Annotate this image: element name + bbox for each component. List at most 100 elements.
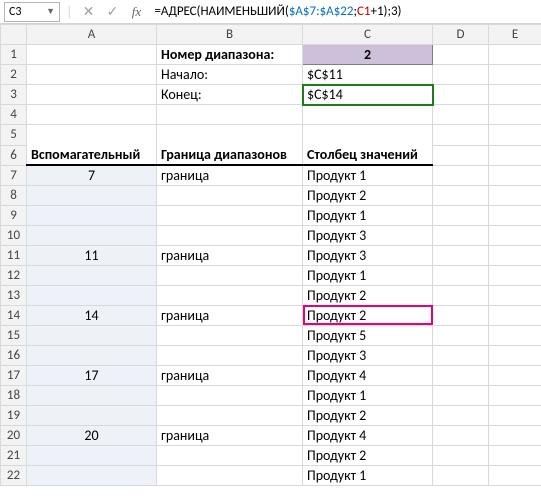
cell[interactable] [489,365,541,385]
cell-B20[interactable]: граница [157,425,303,445]
cell[interactable] [433,325,489,345]
cell[interactable] [433,425,489,445]
cell[interactable] [489,145,541,165]
row-header[interactable]: 3 [1,85,27,105]
cell-B5[interactable] [157,125,303,146]
cell-C21[interactable]: Продукт 2 [303,445,433,465]
cell[interactable] [489,305,541,325]
row-header[interactable]: 22 [1,465,27,485]
cell[interactable] [433,365,489,385]
cell[interactable] [433,445,489,465]
cell[interactable] [489,385,541,405]
cell[interactable] [433,205,489,225]
cell[interactable] [433,165,489,185]
cell-A22[interactable] [27,465,157,485]
cell[interactable] [433,145,489,165]
row-header[interactable]: 8 [1,185,27,205]
cell-B22[interactable] [157,465,303,485]
cell-D3[interactable] [433,85,489,105]
cell-C1[interactable]: 2 [303,45,433,65]
cell-B21[interactable] [157,445,303,465]
cell-C12[interactable]: Продукт 1 [303,265,433,285]
row-header[interactable]: 11 [1,245,27,265]
cell-E1[interactable] [489,45,541,65]
cell-A17[interactable]: 17 [27,365,157,385]
cell[interactable] [433,125,489,146]
cell-A15[interactable] [27,325,157,345]
name-box[interactable]: C3 ▼ [4,2,60,22]
cell[interactable] [433,385,489,405]
cell-C13[interactable]: Продукт 2 [303,285,433,305]
cell-B13[interactable] [157,285,303,305]
col-header-E[interactable]: E [489,25,541,45]
cancel-icon[interactable]: ✕ [78,3,98,20]
cell[interactable] [489,125,541,146]
cell[interactable] [433,305,489,325]
cell[interactable] [433,185,489,205]
cell-A11[interactable]: 11 [27,245,157,265]
cell-B19[interactable] [157,405,303,425]
cell-C3[interactable]: $C$14 [303,85,433,105]
col-header-D[interactable]: D [433,25,489,45]
cell[interactable] [489,445,541,465]
row-header[interactable]: 20 [1,425,27,445]
cell[interactable] [489,185,541,205]
cell-C6-header[interactable]: Столбец значений [303,145,433,165]
cell[interactable] [489,205,541,225]
cell-B10[interactable] [157,225,303,245]
cell-A3[interactable] [27,85,157,105]
cell[interactable] [27,105,157,125]
row-header[interactable]: 21 [1,445,27,465]
enter-icon[interactable]: ✓ [102,3,122,20]
cell-C20[interactable]: Продукт 4 [303,425,433,445]
cell-E2[interactable] [489,65,541,85]
select-all-corner[interactable] [1,25,27,45]
cell[interactable] [489,265,541,285]
cell[interactable] [489,225,541,245]
col-header-C[interactable]: C [303,25,433,45]
cell-C2[interactable]: $C$11 [303,65,433,85]
cell-A9[interactable] [27,205,157,225]
row-header[interactable]: 18 [1,385,27,405]
row-header[interactable]: 12 [1,265,27,285]
col-header-B[interactable]: B [157,25,303,45]
cell-A5[interactable] [27,125,157,146]
row-header[interactable]: 13 [1,285,27,305]
cell[interactable] [303,105,433,125]
row-header[interactable]: 17 [1,365,27,385]
cell[interactable] [489,105,541,125]
cell-C8[interactable]: Продукт 2 [303,185,433,205]
cell[interactable] [433,105,489,125]
row-header[interactable]: 5 [1,125,27,146]
cell-B12[interactable] [157,265,303,285]
row-header[interactable]: 19 [1,405,27,425]
cell-A20[interactable]: 20 [27,425,157,445]
fx-icon[interactable]: fx [126,4,146,20]
cell-D1[interactable] [433,45,489,65]
cell-C10[interactable]: Продукт 3 [303,225,433,245]
cell-C11[interactable]: Продукт 3 [303,245,433,265]
cell-D2[interactable] [433,65,489,85]
cell[interactable] [489,245,541,265]
row-header[interactable]: 16 [1,345,27,365]
cell-B7[interactable]: граница [157,165,303,185]
cell[interactable] [489,345,541,365]
cell-B3[interactable]: Конец: [157,85,303,105]
cell-C14[interactable]: Продукт 2 [303,305,433,325]
cell-A2[interactable] [27,65,157,85]
cell-C7[interactable]: Продукт 1 [303,165,433,185]
cell-B2[interactable]: Начало: [157,65,303,85]
formula-input[interactable]: =АДРЕС(НАИМЕНЬШИЙ($A$7:$A$22;C1+1);3) [150,4,537,19]
row-header[interactable]: 9 [1,205,27,225]
cell[interactable] [489,165,541,185]
cell-B17[interactable]: граница [157,365,303,385]
row-header[interactable]: 10 [1,225,27,245]
grid-table[interactable]: A B C D E 1 Номер диапазона: 2 2 Начало:… [0,24,541,486]
cell-A19[interactable] [27,405,157,425]
cell-A18[interactable] [27,385,157,405]
cell-A1[interactable] [27,45,157,65]
cell-A6-header[interactable]: Вспомагательный [27,145,157,165]
cell[interactable] [157,105,303,125]
cell[interactable] [433,345,489,365]
cell-A16[interactable] [27,345,157,365]
